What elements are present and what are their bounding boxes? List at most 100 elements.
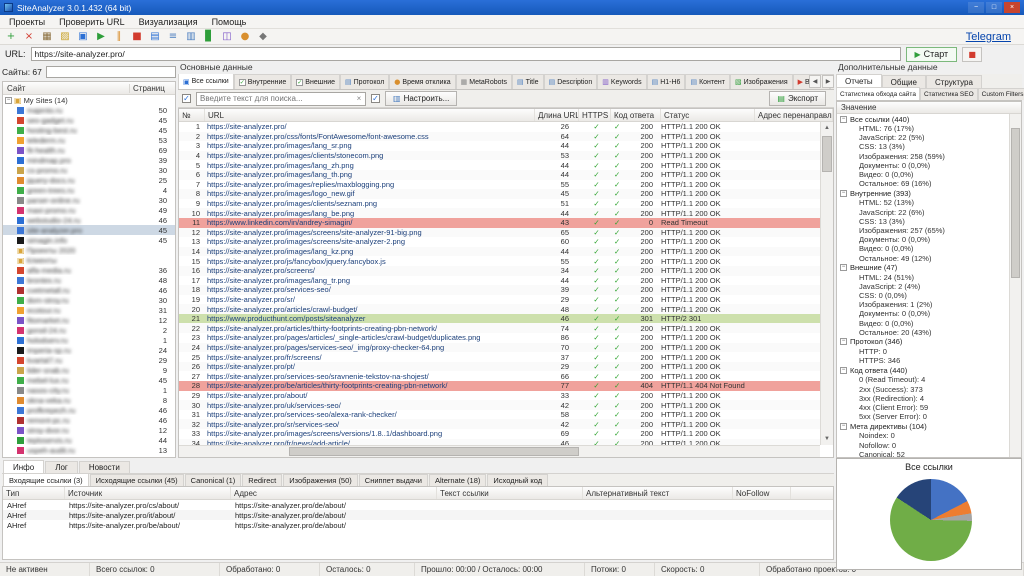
table-row[interactable]: 18 https://site-analyzer.pro/services-seo… bbox=[179, 285, 820, 295]
row-url[interactable]: https://site-analyzer.pro/images/lang_tr… bbox=[205, 276, 535, 285]
info-subtab[interactable]: Redirect bbox=[242, 474, 283, 486]
report-item[interactable]: JavaScript: 22 (6%) bbox=[837, 208, 1009, 217]
row-url[interactable]: https://site-analyzer.pro/images/replies… bbox=[205, 180, 535, 189]
report-item[interactable]: HTML: 76 (17%) bbox=[837, 124, 1009, 133]
delete-project-icon[interactable]: × bbox=[21, 30, 37, 44]
report-group[interactable]: − Внешние (47) bbox=[837, 263, 1009, 273]
stop-button[interactable]: ■ bbox=[962, 46, 983, 62]
report-item[interactable]: CSS: 0 (0,0%) bbox=[837, 291, 1009, 300]
report-item[interactable]: Документы: 0 (0,0%) bbox=[837, 161, 1009, 170]
site-tree-item[interactable]: majento.ru 50 bbox=[3, 105, 175, 115]
table-row[interactable]: 14 https://site-analyzer.pro/images/lang_… bbox=[179, 246, 820, 257]
row-url[interactable]: https://site-analyzer.pro/images/screens… bbox=[205, 237, 535, 246]
report-item[interactable]: Видео: 0 (0,0%) bbox=[837, 170, 1009, 179]
settings-icon[interactable]: ◆ bbox=[255, 30, 271, 44]
report-item[interactable]: Изображения: 257 (65%) bbox=[837, 226, 1009, 235]
row-url[interactable]: https://site-analyzer.pro/about/ bbox=[205, 391, 535, 400]
table-row[interactable]: 21 https://www.producthunt.com/posts/site… bbox=[179, 313, 820, 324]
row-url[interactable]: https://site-analyzer.pro/images/screens… bbox=[205, 228, 535, 237]
table-row[interactable]: 28 https://site-analyzer.pro/be/articles/… bbox=[179, 381, 820, 391]
report-item[interactable]: CSS: 13 (3%) bbox=[837, 217, 1009, 226]
row-url[interactable]: https://www.producthunt.com/posts/sitean… bbox=[205, 314, 535, 323]
table-row[interactable]: 10 https://site-analyzer.pro/images/lang_… bbox=[179, 208, 820, 218]
row-url[interactable]: https://site-analyzer.pro/images/lang_zh… bbox=[205, 161, 535, 170]
grid-column-1[interactable]: № bbox=[179, 109, 205, 121]
site-tree-item[interactable]: hosting-best.ru 45 bbox=[3, 125, 175, 135]
row-url[interactable]: https://site-analyzer.pro/images/clients… bbox=[205, 199, 535, 208]
report-item[interactable]: HTML: 52 (13%) bbox=[837, 198, 1009, 207]
info-row[interactable]: AHref https://site-analyzer.pro/be/about/… bbox=[3, 520, 833, 530]
site-tree-item[interactable]: uspeh-audit.ru 13 bbox=[3, 445, 175, 455]
row-url[interactable]: https://site-analyzer.pro/sr/ bbox=[205, 295, 535, 304]
scroll-up-icon[interactable]: ▲ bbox=[821, 122, 833, 134]
site-tree-item[interactable]: cs-promo.ru 30 bbox=[3, 165, 175, 175]
grid-column-7[interactable]: Адрес перенаправления bbox=[755, 109, 833, 121]
report-icon[interactable]: ▤ bbox=[147, 30, 163, 44]
configure-button[interactable]: ▥ Настроить... bbox=[385, 91, 458, 106]
info-column-4[interactable]: Текст ссылки bbox=[437, 487, 583, 499]
site-tree-item[interactable]: seo-gadget.ru 45 bbox=[3, 115, 175, 125]
info-column-1[interactable]: Тип bbox=[3, 487, 65, 499]
site-tree-item[interactable]: profkrepezh.ru 46 bbox=[3, 405, 175, 415]
info-row[interactable]: AHref https://site-analyzer.pro/it/about/… bbox=[3, 510, 833, 520]
row-url[interactable]: https://site-analyzer.pro/pages/articles… bbox=[205, 333, 535, 342]
table-row[interactable]: 20 https://site-analyzer.pro/articles/cra… bbox=[179, 304, 820, 314]
tab-title[interactable]: ▤ Title bbox=[511, 74, 544, 89]
table-row[interactable]: 11 https://www.linkedin.com/in/andrey-sim… bbox=[179, 217, 820, 228]
tab-все-ссылки[interactable]: ▣ Все ссылки bbox=[178, 74, 234, 89]
checkbox-icon[interactable]: ✓ bbox=[238, 78, 246, 86]
tab-внешние[interactable]: ✓ Внешние bbox=[291, 74, 341, 89]
menu-item-2[interactable]: Проверить URL bbox=[52, 15, 132, 28]
report-item[interactable]: Nofollow: 0 bbox=[837, 440, 1009, 450]
report-group[interactable]: − Все ссылки (440) bbox=[837, 114, 1009, 124]
vertical-scrollbar[interactable]: ▲ ▼ bbox=[820, 122, 833, 445]
site-tree-item[interactable]: teploservis.ru 44 bbox=[3, 435, 175, 445]
grid-column-4[interactable]: HTTPS bbox=[579, 109, 611, 121]
info-row[interactable]: AHref https://site-analyzer.pro/cs/about/… bbox=[3, 500, 833, 510]
site-tree-item[interactable]: site-analyzer.pro 45 bbox=[3, 225, 175, 235]
menu-item-3[interactable]: Визуализация bbox=[132, 15, 205, 28]
site-tree-root[interactable]: − ▣ My Sites (14) bbox=[3, 95, 175, 105]
tab-keywords[interactable]: ▥ Keywords bbox=[597, 74, 647, 89]
table-row[interactable]: 17 https://site-analyzer.pro/images/lang_… bbox=[179, 276, 820, 286]
info-column-2[interactable]: Источник bbox=[65, 487, 231, 499]
column-site[interactable]: Сайт bbox=[3, 84, 129, 93]
report-group[interactable]: − Внутренние (393) bbox=[837, 188, 1009, 198]
column-pages[interactable]: Страниц bbox=[129, 83, 175, 93]
row-url[interactable]: https://site-analyzer.pro/services-seo/s… bbox=[205, 372, 535, 381]
report-item[interactable]: Изображения: 258 (59%) bbox=[837, 152, 1009, 161]
table-row[interactable]: 12 https://site-analyzer.pro/images/scree… bbox=[179, 227, 820, 238]
telegram-link[interactable]: Telegram bbox=[966, 31, 1011, 43]
site-tree-item[interactable]: simagin.info 45 bbox=[3, 235, 175, 245]
row-url[interactable]: https://site-analyzer.pro/images/logo_ne… bbox=[205, 189, 535, 198]
scroll-down-icon[interactable]: ▼ bbox=[821, 433, 833, 445]
extra-tab-структура[interactable]: Структура bbox=[925, 75, 982, 88]
site-tree-item[interactable]: imperia-sp.ru 24 bbox=[3, 345, 175, 355]
table-row[interactable]: 16 https://site-analyzer.pro/screens/34 ✓ ✓… bbox=[179, 265, 820, 276]
report-item[interactable]: 0 (Read Timeout): 4 bbox=[837, 375, 1009, 384]
row-url[interactable]: https://www.linkedin.com/in/andrey-simag… bbox=[205, 218, 535, 227]
site-tree-item[interactable]: green-trees.ru 4 bbox=[3, 185, 175, 195]
collapse-icon[interactable]: − bbox=[840, 115, 847, 123]
stop-icon[interactable]: ■ bbox=[129, 30, 145, 44]
info-column-5[interactable]: Альтернативный текст bbox=[583, 487, 733, 499]
row-url[interactable]: https://site-analyzer.pro/articles/crawl… bbox=[205, 305, 535, 314]
horizontal-scroll-thumb[interactable] bbox=[289, 447, 579, 456]
vertical-scroll-thumb[interactable] bbox=[822, 136, 832, 172]
row-url[interactable]: https://site-analyzer.pro/services-seo/a… bbox=[205, 410, 535, 419]
info-subtab[interactable]: Изображения (50) bbox=[283, 474, 358, 486]
table-row[interactable]: 9 https://site-analyzer.pro/images/client… bbox=[179, 199, 820, 209]
site-tree-folder[interactable]: ▣ Проекты 2020 bbox=[3, 245, 175, 255]
tab-изображения[interactable]: ▧ Изображения bbox=[730, 74, 793, 89]
row-url[interactable]: https://site-analyzer.pro/pages/services… bbox=[205, 343, 535, 352]
site-tree-item[interactable]: mebel-lux.ru 45 bbox=[3, 375, 175, 385]
list-icon[interactable]: ≡ bbox=[165, 30, 181, 44]
info-subtab[interactable]: Canonical (1) bbox=[184, 474, 242, 486]
collapse-icon[interactable]: − bbox=[5, 96, 12, 104]
table-row[interactable]: 3 https://site-analyzer.pro/images/lang_s… bbox=[179, 141, 820, 151]
site-tree-item[interactable]: alfa-media.ru 36 bbox=[3, 265, 175, 275]
search-input[interactable] bbox=[197, 94, 353, 103]
info-column-3[interactable]: Адрес bbox=[231, 487, 437, 499]
menu-item-1[interactable]: Проекты bbox=[2, 15, 52, 28]
row-url[interactable]: https://site-analyzer.pro/images/screens… bbox=[205, 429, 535, 438]
